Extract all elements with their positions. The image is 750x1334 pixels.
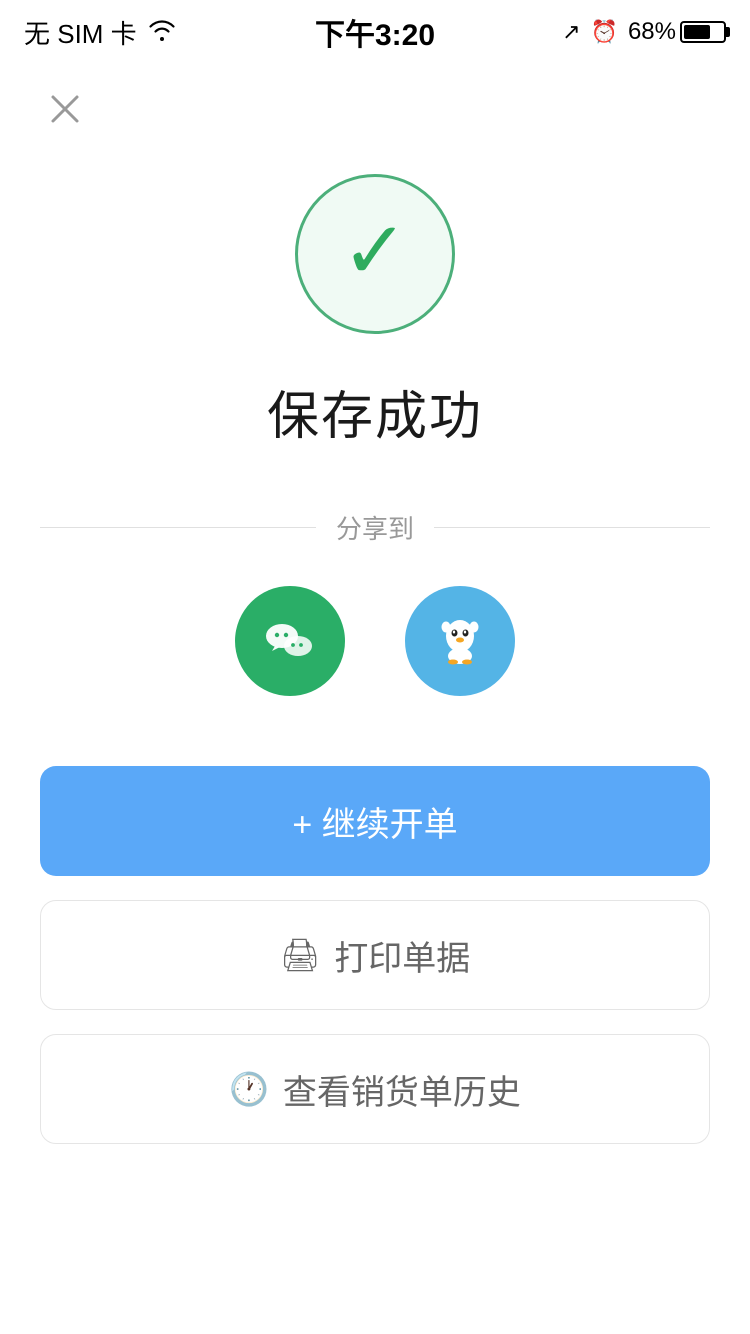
status-bar-left: 无 SIM 卡: [24, 14, 177, 51]
close-button[interactable]: [40, 84, 90, 134]
alarm-icon: ⏰: [591, 19, 618, 45]
battery-bar: [680, 21, 726, 43]
print-icon: 🖨: [280, 936, 321, 974]
time-label: 下午3:20: [315, 10, 435, 54]
status-bar: 无 SIM 卡 下午3:20 ↗ ⏰ 68%: [0, 0, 750, 64]
location-icon: ↗: [562, 19, 580, 45]
carrier-label: 无 SIM 卡: [24, 14, 137, 51]
wifi-icon: [147, 17, 177, 48]
qq-share-button[interactable]: [405, 586, 515, 696]
continue-order-button[interactable]: + 继续开单: [40, 766, 710, 876]
battery-percent: 68%: [628, 18, 676, 46]
share-label: 分享到: [336, 509, 414, 546]
success-icon-circle: ✓: [295, 174, 455, 334]
status-bar-right: ↗ ⏰ 68%: [562, 18, 726, 46]
divider-line-left: [40, 527, 316, 528]
action-buttons: + 继续开单 🖨 打印单据 🕐 查看销货单历史: [40, 766, 710, 1144]
share-divider: 分享到: [40, 509, 710, 546]
share-icons-row: [235, 586, 515, 696]
success-title: 保存成功: [267, 374, 483, 449]
print-label: 打印单据: [334, 931, 470, 980]
battery-indicator: 68%: [628, 18, 726, 46]
history-label: 查看销货单历史: [283, 1065, 521, 1114]
history-button[interactable]: 🕐 查看销货单历史: [40, 1034, 710, 1144]
wechat-share-button[interactable]: [235, 586, 345, 696]
history-icon: 🕐: [229, 1070, 269, 1108]
battery-fill: [684, 25, 710, 39]
checkmark-icon: ✓: [341, 211, 408, 291]
print-button[interactable]: 🖨 打印单据: [40, 900, 710, 1010]
main-content: ✓ 保存成功 分享到: [0, 64, 750, 1334]
divider-line-right: [434, 527, 710, 528]
continue-order-label: + 继续开单: [292, 797, 457, 846]
